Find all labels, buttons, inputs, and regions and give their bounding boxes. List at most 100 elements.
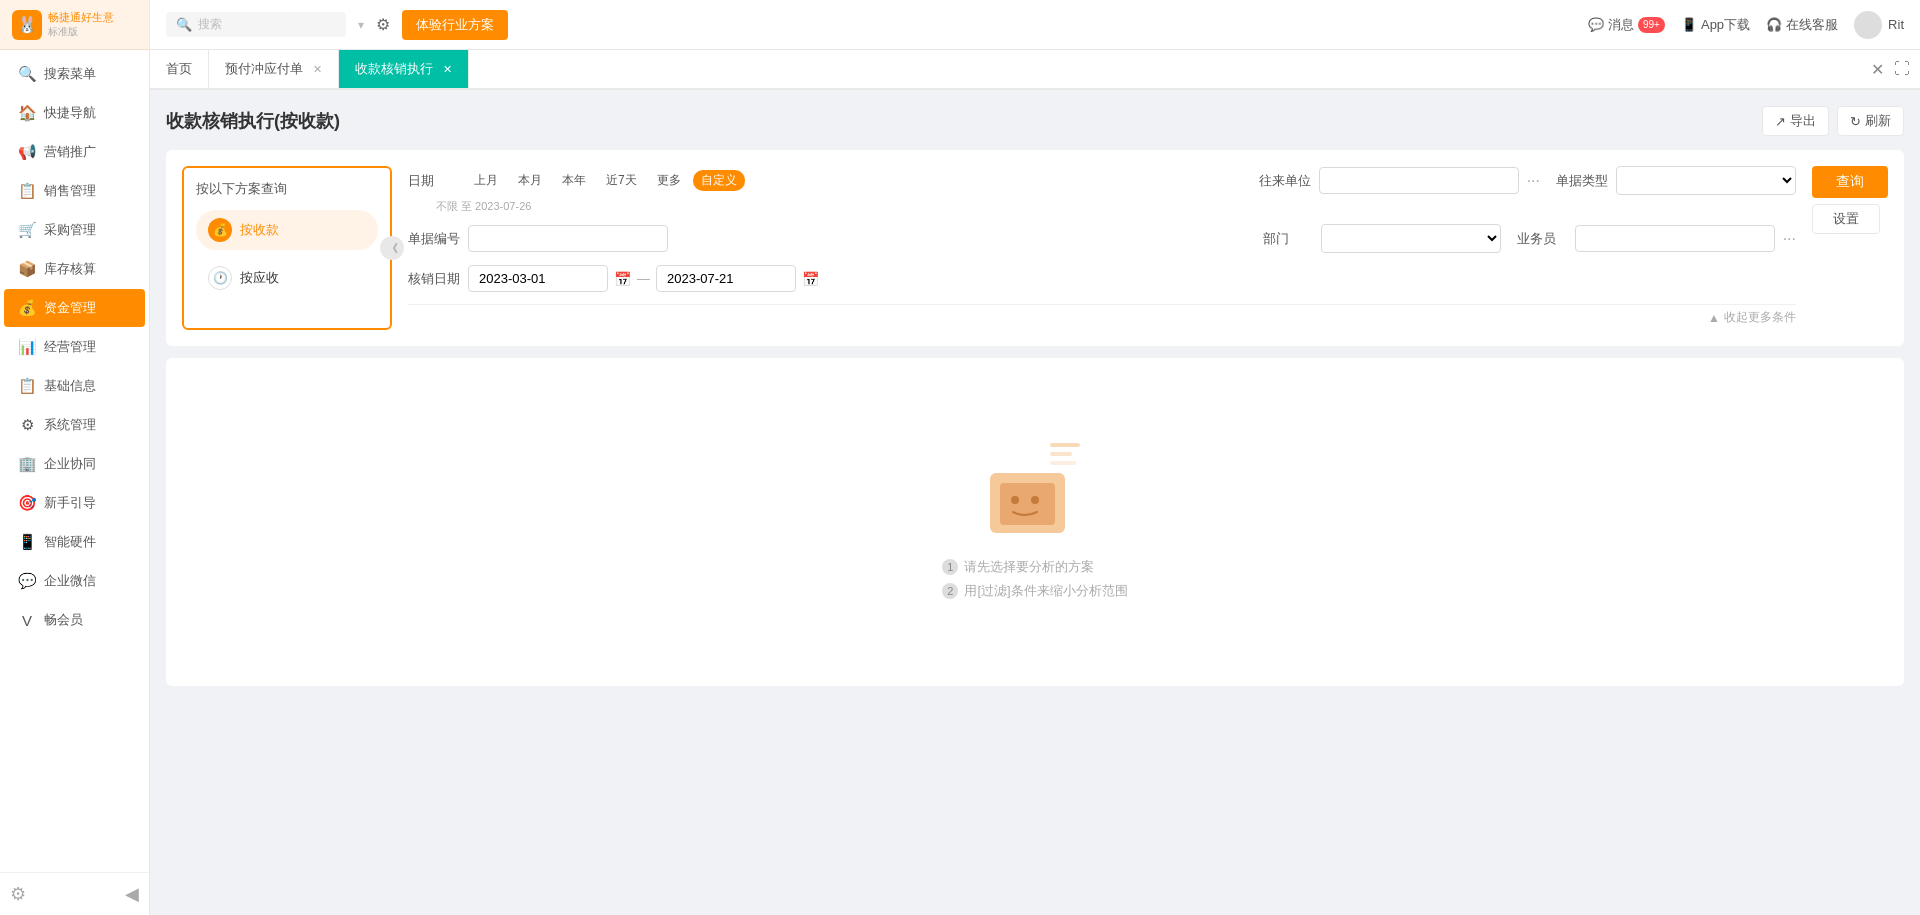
sidebar-icon-sales: 📋 — [18, 182, 36, 200]
close-tab-icon[interactable]: ✕ — [1871, 60, 1884, 79]
staff-dots-icon[interactable]: ··· — [1783, 230, 1796, 248]
sidebar-logo: 🐰 畅捷通好生意 标准版 — [0, 0, 149, 50]
staff-label: 业务员 — [1517, 230, 1567, 248]
query-row-3: 核销日期 📅 — 📅 — [408, 265, 1796, 292]
empty-tip-1: 1 请先选择要分析的方案 — [942, 558, 1127, 576]
message-badge: 99+ — [1638, 17, 1665, 33]
query-buttons: 查询 设置 — [1812, 166, 1888, 234]
search-box[interactable]: 🔍 搜索 — [166, 12, 346, 37]
tab-receipt-verify[interactable]: 收款核销执行✕ — [339, 50, 469, 88]
logo-text: 畅捷通好生意 — [48, 10, 114, 24]
content-area: 收款核销执行(按收款) ↗ 导出 ↻ 刷新 按以下方案查询 💰 按收款 — [150, 90, 1920, 915]
date-label: 日期 — [408, 172, 458, 190]
sidebar-item-enterprise[interactable]: 🏢 企业协同 — [4, 445, 145, 483]
sidebar-label-operation: 经营管理 — [44, 338, 96, 356]
tabbar-actions: ✕ ⛶ — [1871, 50, 1920, 88]
filter-item-receivable[interactable]: 🕐 按应收 — [196, 258, 378, 298]
sidebar-label-purchase: 采购管理 — [44, 221, 96, 239]
sidebar-icon-enterprise: 🏢 — [18, 455, 36, 473]
filter-title: 按以下方案查询 — [196, 180, 378, 198]
page-header: 收款核销执行(按收款) ↗ 导出 ↻ 刷新 — [166, 106, 1904, 136]
bill-type-field: 单据类型 — [1556, 166, 1796, 195]
verify-date-range: 📅 — 📅 — [468, 265, 819, 292]
date-btn-更多[interactable]: 更多 — [649, 170, 689, 191]
tip1-text: 请先选择要分析的方案 — [964, 558, 1094, 576]
refresh-icon: ↻ — [1850, 114, 1861, 129]
query-area: 日期 上月本月本年近7天更多自定义 往来单位 ··· 单据类型 — [408, 166, 1888, 330]
sidebar-item-wechat[interactable]: 💬 企业微信 — [4, 562, 145, 600]
bill-type-select[interactable] — [1616, 166, 1796, 195]
sidebar-item-inventory[interactable]: 📦 库存核算 — [4, 250, 145, 288]
collapse-up-icon: ▲ — [1708, 311, 1720, 325]
collapse-sidebar-icon[interactable]: ◀ — [125, 883, 139, 905]
verify-date-end-input[interactable] — [656, 265, 796, 292]
counterpart-dots-icon[interactable]: ··· — [1527, 172, 1540, 190]
date-btn-本年[interactable]: 本年 — [554, 170, 594, 191]
sidebar-item-hardware[interactable]: 📱 智能硬件 — [4, 523, 145, 561]
sidebar-item-system[interactable]: ⚙ 系统管理 — [4, 406, 145, 444]
sidebar-item-basic-info[interactable]: 📋 基础信息 — [4, 367, 145, 405]
sidebar-item-marketing[interactable]: 📢 营销推广 — [4, 133, 145, 171]
calendar-end-icon[interactable]: 📅 — [802, 271, 819, 287]
sidebar-icon-quick-nav: 🏠 — [18, 104, 36, 122]
topbar-gear-icon[interactable]: ⚙ — [376, 15, 390, 34]
sidebar-label-hardware: 智能硬件 — [44, 533, 96, 551]
bill-no-input[interactable] — [468, 225, 668, 252]
verify-date-field: 核销日期 📅 — 📅 — [408, 265, 819, 292]
collapse-more-button[interactable]: ▲ 收起更多条件 — [408, 304, 1796, 330]
sidebar-item-guide[interactable]: 🎯 新手引导 — [4, 484, 145, 522]
svg-rect-1 — [1050, 452, 1072, 456]
tab-close-receipt-verify[interactable]: ✕ — [443, 63, 452, 76]
tabbar: 首页预付冲应付单✕收款核销执行✕ ✕ ⛶ — [150, 50, 1920, 90]
empty-illustration — [975, 438, 1095, 538]
sidebar-item-purchase[interactable]: 🛒 采购管理 — [4, 211, 145, 249]
sidebar-item-sales[interactable]: 📋 销售管理 — [4, 172, 145, 210]
user-area[interactable]: Rit — [1854, 11, 1904, 39]
verify-date-start-input[interactable] — [468, 265, 608, 292]
refresh-button[interactable]: ↻ 刷新 — [1837, 106, 1904, 136]
page-title: 收款核销执行(按收款) — [166, 109, 340, 133]
tab-home[interactable]: 首页 — [150, 50, 209, 88]
sidebar-icon-guide: 🎯 — [18, 494, 36, 512]
date-btn-近7天[interactable]: 近7天 — [598, 170, 645, 191]
settings-button[interactable]: 设置 — [1812, 204, 1880, 234]
sidebar-item-quick-nav[interactable]: 🏠 快捷导航 — [4, 94, 145, 132]
tab-prepay[interactable]: 预付冲应付单 ✕ — [209, 50, 339, 88]
filter-collapse-button[interactable]: 《 — [380, 236, 404, 260]
calendar-start-icon[interactable]: 📅 — [614, 271, 631, 287]
tip2-text: 用[过滤]条件来缩小分析范围 — [964, 582, 1127, 600]
expand-icon[interactable]: ⛶ — [1894, 60, 1910, 78]
sidebar-label-member: 畅会员 — [44, 611, 83, 629]
sidebar-label-basic-info: 基础信息 — [44, 377, 96, 395]
date-btn-本月[interactable]: 本月 — [510, 170, 550, 191]
service-label: 在线客服 — [1786, 16, 1838, 34]
counterpart-input[interactable] — [1319, 167, 1519, 194]
dept-label: 部门 — [1263, 230, 1313, 248]
user-avatar — [1854, 11, 1882, 39]
filter-item-receipt[interactable]: 💰 按收款 — [196, 210, 378, 250]
message-item[interactable]: 💬 消息 99+ — [1588, 16, 1665, 34]
staff-input[interactable] — [1575, 225, 1775, 252]
message-label: 消息 — [1608, 16, 1634, 34]
sidebar-item-member[interactable]: V 畅会员 — [4, 601, 145, 639]
app-download-item[interactable]: 📱 App下载 — [1681, 16, 1750, 34]
solution-button[interactable]: 体验行业方案 — [402, 10, 508, 40]
empty-state: 1 请先选择要分析的方案 2 用[过滤]条件来缩小分析范围 — [166, 358, 1904, 686]
sidebar-icon-finance: 💰 — [18, 299, 36, 317]
settings-icon[interactable]: ⚙ — [10, 883, 26, 905]
date-btn-custom[interactable]: 自定义 — [693, 170, 745, 191]
service-item[interactable]: 🎧 在线客服 — [1766, 16, 1838, 34]
sidebar-item-operation[interactable]: 📊 经营管理 — [4, 328, 145, 366]
sidebar-item-search-menu[interactable]: 🔍 搜索菜单 — [4, 55, 145, 93]
export-button[interactable]: ↗ 导出 — [1762, 106, 1829, 136]
tab-close-prepay[interactable]: ✕ — [313, 63, 322, 76]
sidebar-item-finance[interactable]: 💰 资金管理 — [4, 289, 145, 327]
tab-label-prepay: 预付冲应付单 — [225, 60, 303, 78]
sidebar-icon-inventory: 📦 — [18, 260, 36, 278]
topbar-chevron-icon[interactable]: ▾ — [358, 18, 364, 32]
dept-select[interactable] — [1321, 224, 1501, 253]
verify-date-label: 核销日期 — [408, 270, 460, 288]
query-button[interactable]: 查询 — [1812, 166, 1888, 198]
empty-svg — [975, 438, 1095, 538]
date-btn-上月[interactable]: 上月 — [466, 170, 506, 191]
